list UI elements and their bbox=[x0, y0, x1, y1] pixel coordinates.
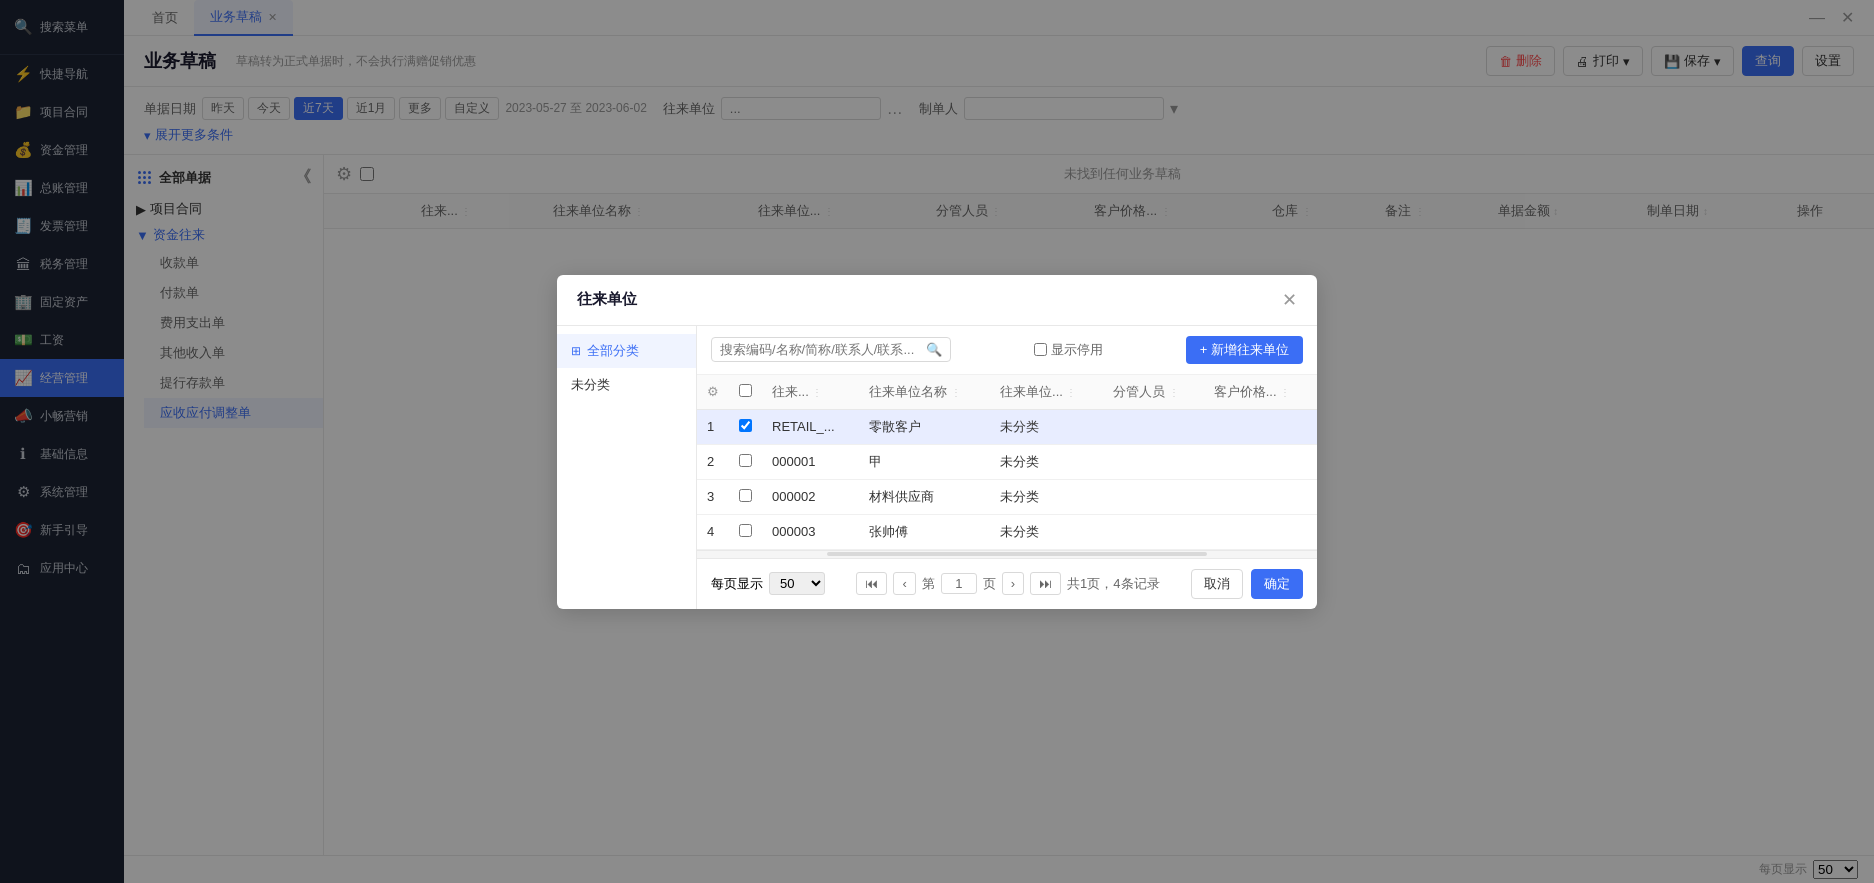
modal-select-all[interactable] bbox=[739, 384, 752, 397]
modal-search-box: 🔍 bbox=[711, 337, 951, 362]
row-name-2: 材料供应商 bbox=[859, 479, 990, 514]
row-code-3: 000003 bbox=[762, 514, 859, 549]
row-num-1: 2 bbox=[697, 444, 729, 479]
row-manager-0 bbox=[1103, 409, 1204, 444]
row-code-2: 000002 bbox=[762, 479, 859, 514]
show-disabled-toggle: 显示停用 bbox=[1034, 341, 1103, 359]
modal-search-input[interactable] bbox=[720, 342, 920, 357]
modal-sidebar: ⊞ 全部分类 未分类 bbox=[557, 326, 697, 609]
page-number-input[interactable] bbox=[941, 573, 977, 594]
modal-col-checkbox bbox=[729, 375, 762, 410]
row-code-0: RETAIL_... bbox=[762, 409, 859, 444]
modal-col-code: 往来... ⋮ bbox=[762, 375, 859, 410]
modal-table-area: ⚙ 往来... ⋮ 往来单位名称 ⋮ 往来单位... ⋮ 分管人员 ⋮ 客户价格… bbox=[697, 375, 1317, 550]
confirm-btn[interactable]: 确定 bbox=[1251, 569, 1303, 599]
show-disabled-checkbox[interactable] bbox=[1034, 343, 1047, 356]
modal-main: 🔍 显示停用 + 新增往来单位 ⚙ bbox=[697, 326, 1317, 609]
scrollbar-thumb[interactable] bbox=[827, 552, 1207, 556]
counterpart-modal: 往来单位 ✕ ⊞ 全部分类 未分类 🔍 bbox=[557, 275, 1317, 609]
row-category-3: 未分类 bbox=[990, 514, 1103, 549]
row-category-2: 未分类 bbox=[990, 479, 1103, 514]
modal-per-page-select[interactable]: 50 100 bbox=[769, 572, 825, 595]
modal-close-btn[interactable]: ✕ bbox=[1282, 289, 1297, 311]
row-num-2: 3 bbox=[697, 479, 729, 514]
row-name-3: 张帅傅 bbox=[859, 514, 990, 549]
row-price-1 bbox=[1204, 444, 1317, 479]
modal-table-row[interactable]: 2 000001 甲 未分类 bbox=[697, 444, 1317, 479]
modal-title: 往来单位 bbox=[577, 290, 637, 309]
modal-scrollbar bbox=[697, 550, 1317, 558]
row-category-1: 未分类 bbox=[990, 444, 1103, 479]
modal-body: ⊞ 全部分类 未分类 🔍 显示停用 bbox=[557, 326, 1317, 609]
modal-toolbar: 🔍 显示停用 + 新增往来单位 bbox=[697, 326, 1317, 375]
row-name-0: 零散客户 bbox=[859, 409, 990, 444]
search-icon: 🔍 bbox=[926, 342, 942, 357]
row-price-2 bbox=[1204, 479, 1317, 514]
grid-small-icon: ⊞ bbox=[571, 344, 581, 358]
row-code-1: 000001 bbox=[762, 444, 859, 479]
last-page-btn[interactable]: ⏭ bbox=[1030, 572, 1061, 595]
modal-table: ⚙ 往来... ⋮ 往来单位名称 ⋮ 往来单位... ⋮ 分管人员 ⋮ 客户价格… bbox=[697, 375, 1317, 550]
row-checkbox-3[interactable] bbox=[729, 514, 762, 549]
row-num-0: 1 bbox=[697, 409, 729, 444]
pagination: ⏮ ‹ 第 页 › ⏭ 共1页，4条记录 bbox=[856, 572, 1159, 595]
row-name-1: 甲 bbox=[859, 444, 990, 479]
modal-col-cat: 往来单位... ⋮ bbox=[990, 375, 1103, 410]
first-page-btn[interactable]: ⏮ bbox=[856, 572, 887, 595]
modal-per-page: 每页显示 50 100 bbox=[711, 572, 825, 595]
modal-col-settings: ⚙ bbox=[697, 375, 729, 410]
cancel-btn[interactable]: 取消 bbox=[1191, 569, 1243, 599]
row-manager-2 bbox=[1103, 479, 1204, 514]
row-num-3: 4 bbox=[697, 514, 729, 549]
row-price-3 bbox=[1204, 514, 1317, 549]
modal-table-row[interactable]: 3 000002 材料供应商 未分类 bbox=[697, 479, 1317, 514]
modal-table-row[interactable]: 4 000003 张帅傅 未分类 bbox=[697, 514, 1317, 549]
row-category-0: 未分类 bbox=[990, 409, 1103, 444]
prev-page-btn[interactable]: ‹ bbox=[893, 572, 915, 595]
modal-footer: 每页显示 50 100 ⏮ ‹ 第 页 › ⏭ 共1页 bbox=[697, 558, 1317, 609]
next-page-btn[interactable]: › bbox=[1002, 572, 1024, 595]
modal-col-name: 往来单位名称 ⋮ bbox=[859, 375, 990, 410]
modal-col-manager: 分管人员 ⋮ bbox=[1103, 375, 1204, 410]
row-checkbox-1[interactable] bbox=[729, 444, 762, 479]
row-checkbox-2[interactable] bbox=[729, 479, 762, 514]
modal-overlay: 往来单位 ✕ ⊞ 全部分类 未分类 🔍 bbox=[0, 0, 1874, 883]
modal-col-price: 客户价格... ⋮ bbox=[1204, 375, 1317, 410]
row-manager-3 bbox=[1103, 514, 1204, 549]
row-checkbox-0[interactable] bbox=[729, 409, 762, 444]
modal-table-row[interactable]: 1 RETAIL_... 零散客户 未分类 bbox=[697, 409, 1317, 444]
new-counterpart-btn[interactable]: + 新增往来单位 bbox=[1186, 336, 1303, 364]
modal-sidebar-uncategorized[interactable]: 未分类 bbox=[557, 368, 696, 402]
row-price-0 bbox=[1204, 409, 1317, 444]
modal-actions: 取消 确定 bbox=[1191, 569, 1303, 599]
modal-header: 往来单位 ✕ bbox=[557, 275, 1317, 326]
modal-sidebar-all[interactable]: ⊞ 全部分类 bbox=[557, 334, 696, 368]
row-manager-1 bbox=[1103, 444, 1204, 479]
